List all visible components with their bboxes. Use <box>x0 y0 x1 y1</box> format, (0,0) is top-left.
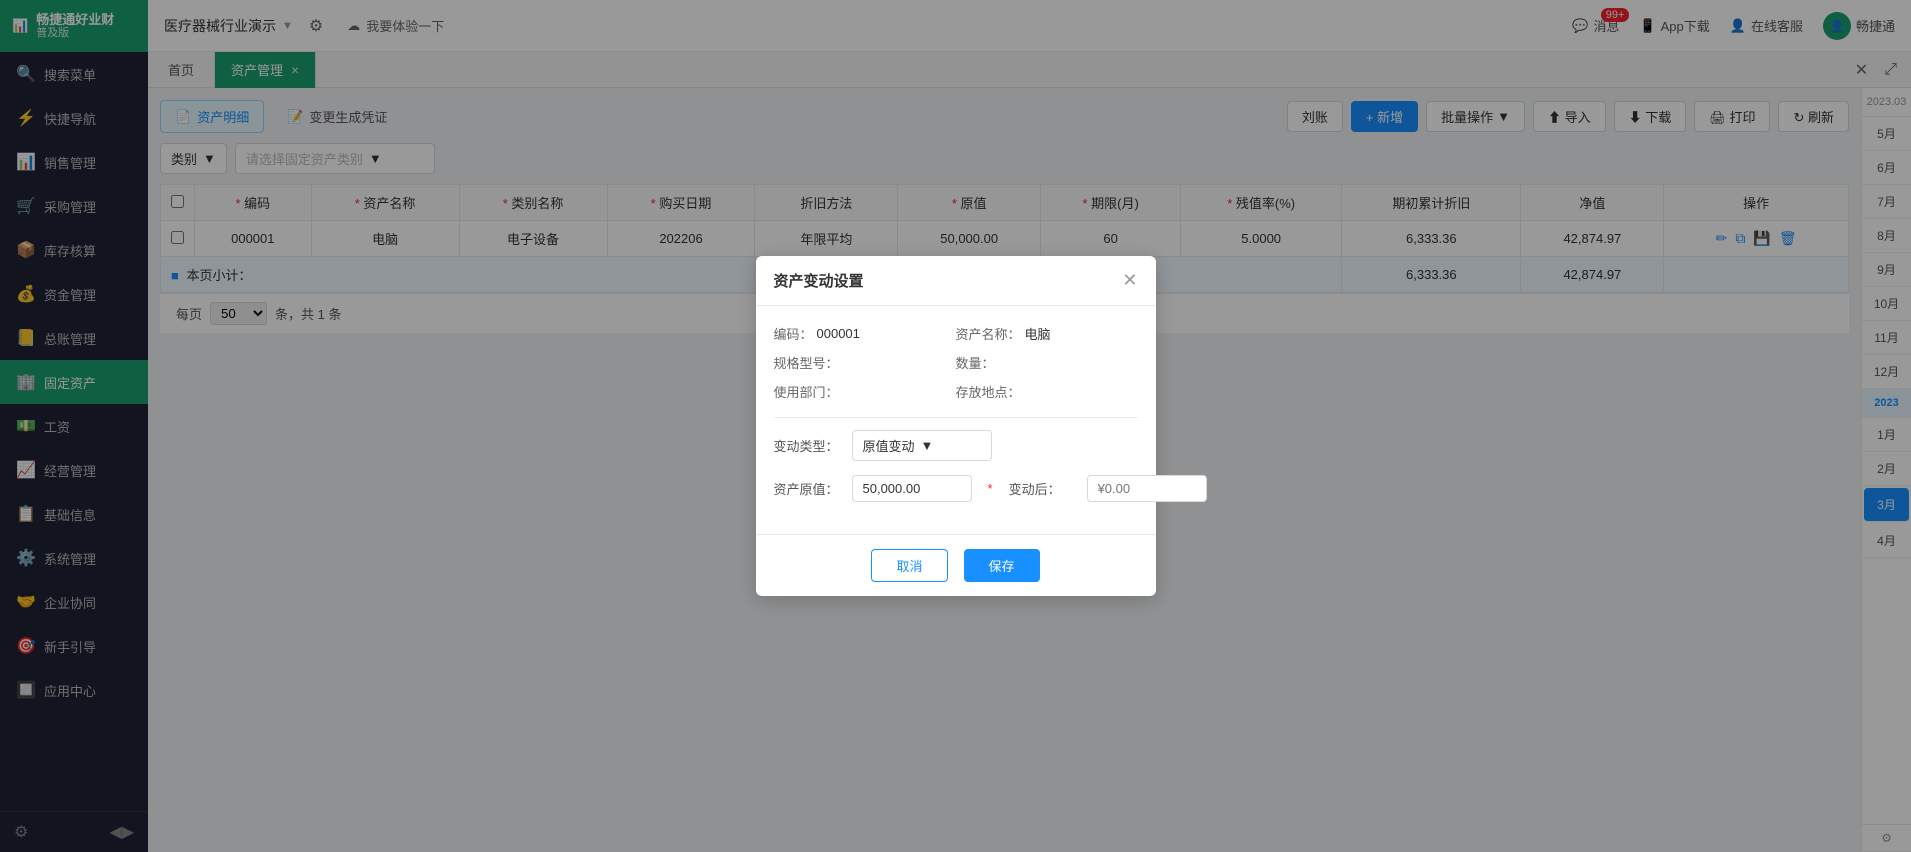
modal-info-spec: 规格型号： <box>774 353 956 372</box>
modal-title: 资产变动设置 <box>774 270 864 291</box>
change-type-label: 变动类型： <box>774 436 844 455</box>
original-value-label: 资产原值： <box>774 479 844 498</box>
modal-info-code: 编码： 000001 <box>774 324 956 343</box>
change-type-row: 变动类型： 原值变动 ▼ <box>774 430 1138 461</box>
cancel-button[interactable]: 取消 <box>871 549 947 582</box>
modal-overlay[interactable]: 资产变动设置 ✕ 编码： 000001 资产名称： 电脑 规格型号： 数 <box>0 0 1911 852</box>
asset-name-value: 电脑 <box>1025 324 1051 343</box>
change-type-select[interactable]: 原值变动 ▼ <box>852 430 992 461</box>
spec-label: 规格型号： <box>774 353 839 372</box>
save-button[interactable]: 保存 <box>964 549 1040 582</box>
code-value: 000001 <box>817 326 860 341</box>
required-star: * <box>988 481 993 496</box>
location-label: 存放地点： <box>956 382 1021 401</box>
modal-close-icon[interactable]: ✕ <box>1122 270 1137 291</box>
dept-label: 使用部门： <box>774 382 839 401</box>
after-change-input[interactable] <box>1087 475 1207 502</box>
value-row: 资产原值： 50,000.00 * 变动后： <box>774 475 1138 502</box>
asset-change-modal: 资产变动设置 ✕ 编码： 000001 资产名称： 电脑 规格型号： 数 <box>756 256 1156 596</box>
code-label: 编码： <box>774 324 813 343</box>
asset-name-label: 资产名称： <box>956 324 1021 343</box>
modal-body: 编码： 000001 资产名称： 电脑 规格型号： 数量： 使用部门： <box>756 306 1156 534</box>
modal-info-asset-name: 资产名称： 电脑 <box>956 324 1138 343</box>
original-value-display: 50,000.00 <box>852 475 972 502</box>
modal-info-location: 存放地点： <box>956 382 1138 401</box>
quantity-label: 数量： <box>956 353 995 372</box>
modal-info-grid: 编码： 000001 资产名称： 电脑 规格型号： 数量： 使用部门： <box>774 324 1138 401</box>
change-type-arrow: ▼ <box>921 438 934 453</box>
modal-header: 资产变动设置 ✕ <box>756 256 1156 306</box>
after-change-label: 变动后： <box>1009 479 1079 498</box>
change-type-value: 原值变动 <box>863 436 915 455</box>
modal-info-quantity: 数量： <box>956 353 1138 372</box>
modal-info-dept: 使用部门： <box>774 382 956 401</box>
modal-footer: 取消 保存 <box>756 534 1156 596</box>
modal-divider <box>774 417 1138 418</box>
